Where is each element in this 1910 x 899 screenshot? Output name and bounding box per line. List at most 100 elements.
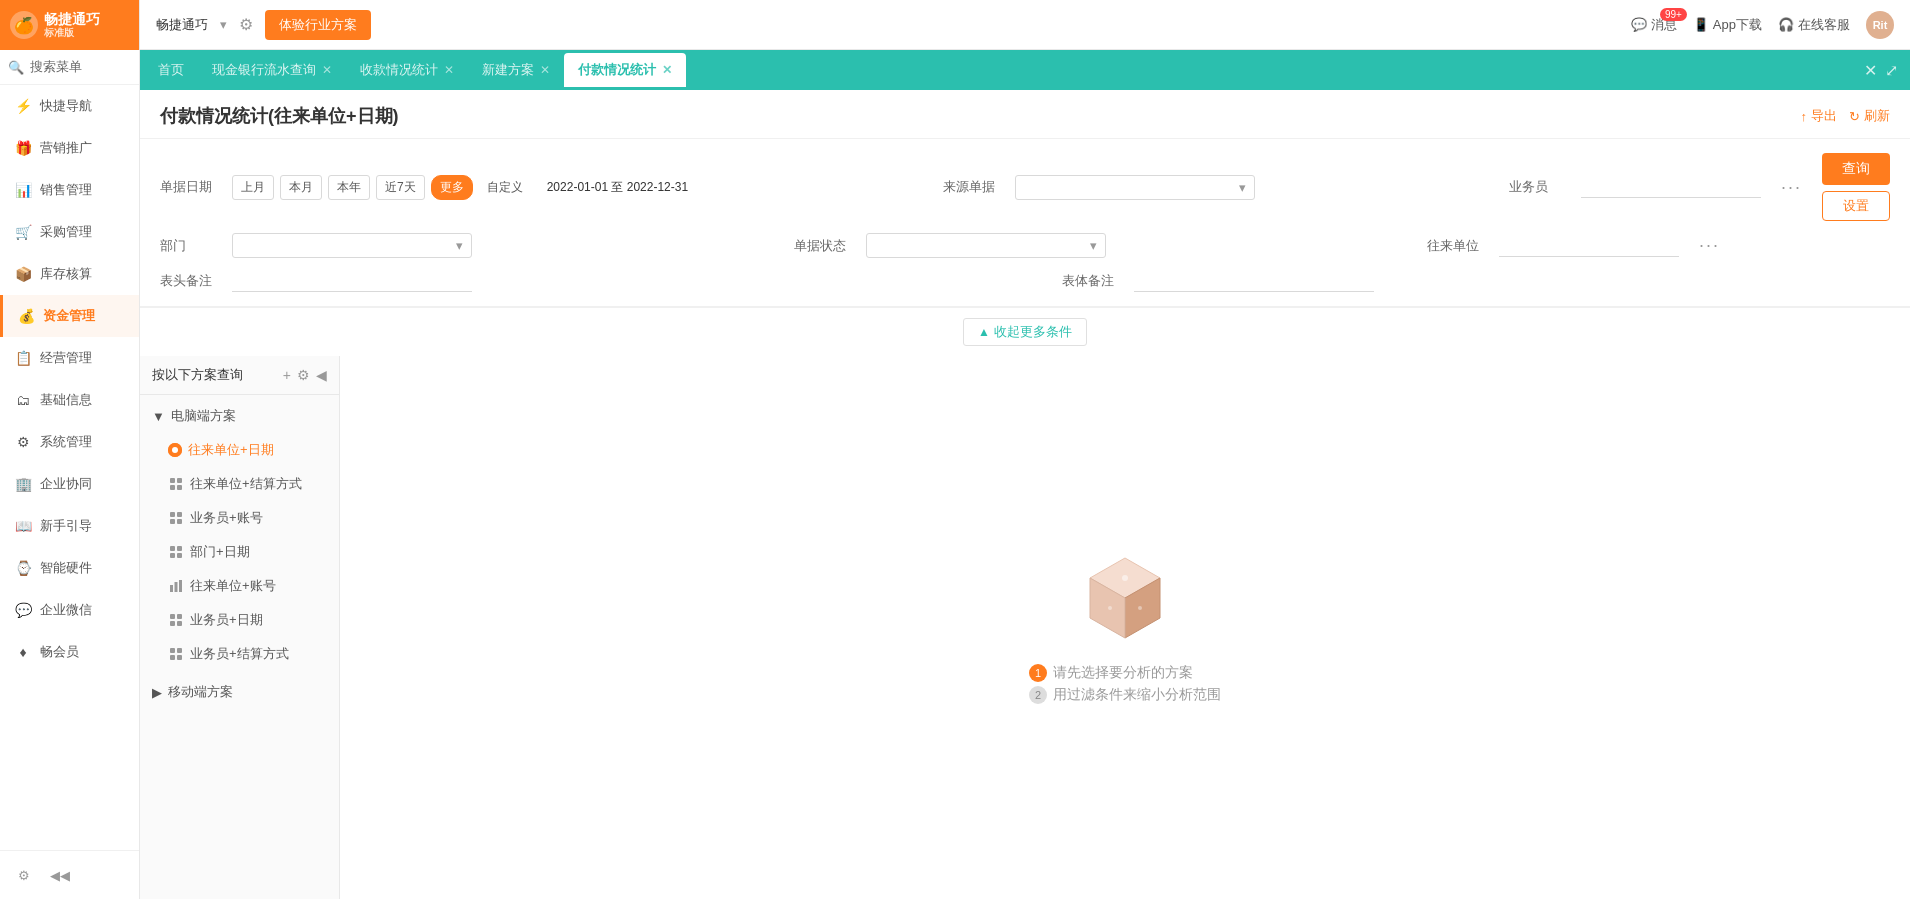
body-note-input[interactable]: [1134, 270, 1374, 292]
message-badge: 99+: [1660, 8, 1687, 21]
sidebar-item-system[interactable]: ⚙ 系统管理: [0, 421, 139, 463]
tab-receipts-stats-close[interactable]: ✕: [444, 63, 454, 77]
sidebar-collapse-btn[interactable]: ◀◀: [46, 861, 74, 889]
message-action[interactable]: 💬 消息 99+: [1631, 16, 1677, 34]
sidebar-item-sales[interactable]: 📊 销售管理: [0, 169, 139, 211]
tab-receipts-stats[interactable]: 收款情况统计 ✕: [346, 53, 468, 87]
filter-row-3: 表头备注 表体备注: [160, 270, 1890, 292]
enterprise-icon: 🏢: [14, 475, 32, 493]
user-avatar[interactable]: Rit: [1866, 11, 1894, 39]
date-btn-this-year[interactable]: 本年: [328, 175, 370, 200]
tree-item-grid-icon: [168, 476, 184, 492]
tree-item-dept-date[interactable]: 部门+日期: [140, 535, 339, 569]
header-note-input[interactable]: [232, 270, 472, 292]
sidebar-header: 🍊 畅捷通巧 标准版: [0, 0, 139, 50]
empty-text: 1 请先选择要分析的方案 2 用过滤条件来缩小分析范围: [1029, 660, 1221, 708]
tab-bank-flow-close[interactable]: ✕: [322, 63, 332, 77]
date-btn-more[interactable]: 更多: [431, 175, 473, 200]
tree-item-counterpart-settlement[interactable]: 往来单位+结算方式: [140, 467, 339, 501]
marketing-icon: 🎁: [14, 139, 32, 157]
left-panel-settings-icon[interactable]: ⚙: [297, 367, 310, 383]
tree-item-grid3-icon: [168, 544, 184, 560]
date-btn-last-7days[interactable]: 近7天: [376, 175, 425, 200]
body-area: 按以下方案查询 + ⚙ ◀ ▼ 电脑端方案: [140, 356, 1910, 899]
svg-rect-21: [170, 648, 175, 653]
tab-payments-stats[interactable]: 付款情况统计 ✕: [564, 53, 686, 87]
left-section-mobile-header[interactable]: ▶ 移动端方案: [140, 675, 339, 709]
tree-item-agent-settlement[interactable]: 业务员+结算方式: [140, 637, 339, 671]
source-select[interactable]: ▾: [1015, 175, 1255, 200]
finance-icon: 💰: [17, 307, 35, 325]
tab-payments-stats-close[interactable]: ✕: [662, 63, 672, 77]
sidebar-item-guide[interactable]: 📖 新手引导: [0, 505, 139, 547]
tree-item-agent-date[interactable]: 业务员+日期: [140, 603, 339, 637]
svg-rect-12: [170, 553, 175, 558]
tab-new-plan[interactable]: 新建方案 ✕: [468, 53, 564, 87]
mobile-section-arrow-icon: ▶: [152, 685, 162, 700]
export-button[interactable]: ↑ 导出: [1801, 107, 1838, 125]
topbar-dropdown-arrow[interactable]: ▾: [220, 17, 227, 32]
tree-item-grid5-icon: [168, 646, 184, 662]
counterpart-input[interactable]: [1499, 235, 1679, 257]
sidebar-item-member[interactable]: ♦ 畅会员: [0, 631, 139, 673]
desktop-section-label: 电脑端方案: [171, 407, 236, 425]
sidebar-item-quick-nav[interactable]: ⚡ 快捷导航: [0, 85, 139, 127]
tree-item-counterpart-date[interactable]: 往来单位+日期: [140, 433, 339, 467]
topbar-settings-icon[interactable]: ⚙: [239, 15, 253, 34]
filter-settings-button[interactable]: 设置: [1822, 191, 1890, 221]
date-btn-this-month[interactable]: 本月: [280, 175, 322, 200]
date-btn-last-month[interactable]: 上月: [232, 175, 274, 200]
sidebar-item-inventory[interactable]: 📦 库存核算: [0, 253, 139, 295]
left-panel-collapse-icon[interactable]: ◀: [316, 367, 327, 383]
operations-icon: 📋: [14, 349, 32, 367]
agent-input[interactable]: [1581, 176, 1761, 198]
sidebar-item-enterprise[interactable]: 🏢 企业协同: [0, 463, 139, 505]
sidebar-item-label: 智能硬件: [40, 559, 92, 577]
tree-item-active-icon: [168, 443, 182, 457]
trial-button[interactable]: 体验行业方案: [265, 10, 371, 40]
collapse-conditions-button[interactable]: ▲ 收起更多条件: [963, 318, 1087, 346]
left-panel-add-icon[interactable]: +: [283, 367, 291, 383]
filter-row-1: 单据日期 上月 本月 本年 近7天 更多 自定义 2022-01-01 至 20…: [160, 153, 1890, 221]
sidebar-item-operations[interactable]: 📋 经营管理: [0, 337, 139, 379]
page-title: 付款情况统计(往来单位+日期): [160, 104, 399, 128]
app-download-action[interactable]: 📱 App下载: [1693, 16, 1762, 34]
search-label: 搜索菜单: [30, 58, 82, 76]
topbar-actions: 💬 消息 99+ 📱 App下载 🎧 在线客服 Rit: [1631, 11, 1894, 39]
svg-rect-23: [170, 655, 175, 660]
tree-item-counterpart-account[interactable]: 往来单位+账号: [140, 569, 339, 603]
query-button[interactable]: 查询: [1822, 153, 1890, 185]
svg-rect-22: [177, 648, 182, 653]
online-service-action[interactable]: 🎧 在线客服: [1778, 16, 1850, 34]
sidebar-search[interactable]: 🔍 搜索菜单: [0, 50, 139, 85]
tab-home[interactable]: 首页: [144, 53, 198, 87]
tree-item-grid2-icon: [168, 510, 184, 526]
sidebar-item-marketing[interactable]: 🎁 营销推广: [0, 127, 139, 169]
left-section-desktop-header[interactable]: ▼ 电脑端方案: [140, 399, 339, 433]
tab-receipts-stats-label: 收款情况统计: [360, 61, 438, 79]
sidebar-item-finance[interactable]: 💰 资金管理: [0, 295, 139, 337]
empty-illustration: [1065, 548, 1185, 648]
tab-expand-icon[interactable]: ⤢: [1885, 61, 1898, 80]
sidebar-item-basic[interactable]: 🗂 基础信息: [0, 379, 139, 421]
doc-status-select[interactable]: ▾: [866, 233, 1106, 258]
dept-select[interactable]: ▾: [232, 233, 472, 258]
sidebar-item-wechat[interactable]: 💬 企业微信: [0, 589, 139, 631]
sidebar-settings-btn[interactable]: ⚙: [10, 861, 38, 889]
tab-bank-flow[interactable]: 现金银行流水查询 ✕: [198, 53, 346, 87]
agent-dots-icon[interactable]: ···: [1777, 177, 1806, 198]
source-select-arrow-icon: ▾: [1239, 180, 1246, 195]
sidebar-item-hardware[interactable]: ⌚ 智能硬件: [0, 547, 139, 589]
refresh-button[interactable]: ↻ 刷新: [1849, 107, 1890, 125]
date-quick-btns: 上月 本月 本年 近7天 更多 自定义: [232, 175, 531, 200]
tab-close-all-icon[interactable]: ✕: [1864, 61, 1877, 80]
sidebar-item-purchase[interactable]: 🛒 采购管理: [0, 211, 139, 253]
tree-item-agent-account[interactable]: 业务员+账号: [140, 501, 339, 535]
svg-rect-6: [170, 512, 175, 517]
counterpart-label: 往来单位: [1427, 237, 1483, 255]
date-label: 单据日期: [160, 178, 216, 196]
sales-icon: 📊: [14, 181, 32, 199]
counterpart-dots-icon[interactable]: ···: [1695, 235, 1724, 256]
date-custom-label[interactable]: 自定义: [479, 176, 531, 199]
tab-new-plan-close[interactable]: ✕: [540, 63, 550, 77]
